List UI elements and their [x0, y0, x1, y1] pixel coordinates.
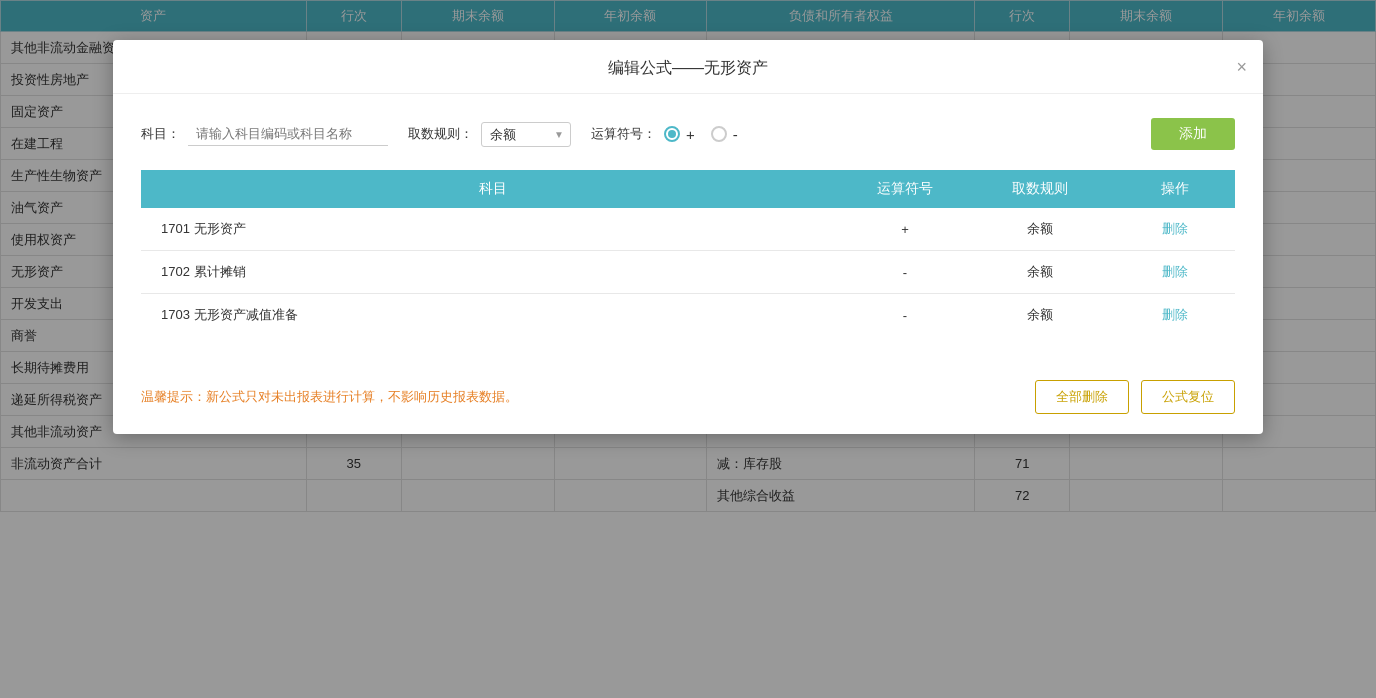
- subject-label: 科目：: [141, 125, 180, 143]
- operator-field: 运算符号： + -: [591, 125, 738, 143]
- delete-button-2[interactable]: 删除: [1162, 264, 1188, 279]
- operator-minus-label: -: [733, 126, 738, 143]
- col-header-operator: 运算符号: [845, 170, 965, 208]
- operator-minus-radio[interactable]: -: [711, 126, 738, 143]
- formula-row: 1702 累计摊销 - 余额 删除: [141, 251, 1235, 294]
- formula-row: 1701 无形资产 + 余额 删除: [141, 208, 1235, 251]
- formula-action-2: 删除: [1115, 251, 1235, 294]
- formula-action-1: 删除: [1115, 208, 1235, 251]
- radio-circle-minus: [711, 126, 727, 142]
- formula-row: 1703 无形资产减值准备 - 余额 删除: [141, 294, 1235, 337]
- modal-body: 科目： 取数规则： 余额 借方发生额 贷方发生额 借方累计 贷方累计: [113, 94, 1263, 380]
- formula-rule-2: 余额: [965, 251, 1115, 294]
- modal-close-button[interactable]: ×: [1236, 58, 1247, 76]
- add-button[interactable]: 添加: [1151, 118, 1235, 150]
- formula-table: 科目 运算符号 取数规则 操作 1701 无形资产 + 余额 删除: [141, 170, 1235, 336]
- delete-all-button[interactable]: 全部删除: [1035, 380, 1129, 414]
- operator-radio-group: + -: [664, 126, 738, 143]
- form-row: 科目： 取数规则： 余额 借方发生额 贷方发生额 借方累计 贷方累计: [141, 118, 1235, 150]
- col-header-rule: 取数规则: [965, 170, 1115, 208]
- col-header-action: 操作: [1115, 170, 1235, 208]
- formula-subject-2: 1702 累计摊销: [141, 251, 845, 294]
- radio-circle-plus: [664, 126, 680, 142]
- delete-button-1[interactable]: 删除: [1162, 221, 1188, 236]
- tip-text: 温馨提示：新公式只对未出报表进行计算，不影响历史报表数据。: [141, 388, 518, 406]
- modal-header: 编辑公式——无形资产 ×: [113, 40, 1263, 94]
- formula-rule-3: 余额: [965, 294, 1115, 337]
- reset-formula-button[interactable]: 公式复位: [1141, 380, 1235, 414]
- modal-overlay: 编辑公式——无形资产 × 科目： 取数规则： 余额 借方发生额: [0, 0, 1376, 698]
- formula-subject-3: 1703 无形资产减值准备: [141, 294, 845, 337]
- rule-select-wrapper: 余额 借方发生额 贷方发生额 借方累计 贷方累计 ▼: [481, 122, 571, 147]
- formula-operator-2: -: [845, 251, 965, 294]
- rule-field: 取数规则： 余额 借方发生额 贷方发生额 借方累计 贷方累计 ▼: [408, 122, 571, 147]
- subject-field: 科目：: [141, 122, 388, 146]
- modal-title: 编辑公式——无形资产: [608, 59, 768, 76]
- formula-subject-1: 1701 无形资产: [141, 208, 845, 251]
- operator-label: 运算符号：: [591, 125, 656, 143]
- delete-button-3[interactable]: 删除: [1162, 307, 1188, 322]
- formula-rule-1: 余额: [965, 208, 1115, 251]
- col-header-subject: 科目: [141, 170, 845, 208]
- radio-dot-plus: [668, 130, 676, 138]
- formula-operator-1: +: [845, 208, 965, 251]
- formula-operator-3: -: [845, 294, 965, 337]
- subject-input[interactable]: [188, 122, 388, 146]
- modal-dialog: 编辑公式——无形资产 × 科目： 取数规则： 余额 借方发生额: [113, 40, 1263, 434]
- operator-plus-radio[interactable]: +: [664, 126, 695, 143]
- footer-buttons: 全部删除 公式复位: [1035, 380, 1235, 414]
- operator-plus-label: +: [686, 126, 695, 143]
- rule-label: 取数规则：: [408, 125, 473, 143]
- rule-select[interactable]: 余额 借方发生额 贷方发生额 借方累计 贷方累计: [481, 122, 571, 147]
- modal-footer: 温馨提示：新公式只对未出报表进行计算，不影响历史报表数据。 全部删除 公式复位: [113, 380, 1263, 434]
- formula-action-3: 删除: [1115, 294, 1235, 337]
